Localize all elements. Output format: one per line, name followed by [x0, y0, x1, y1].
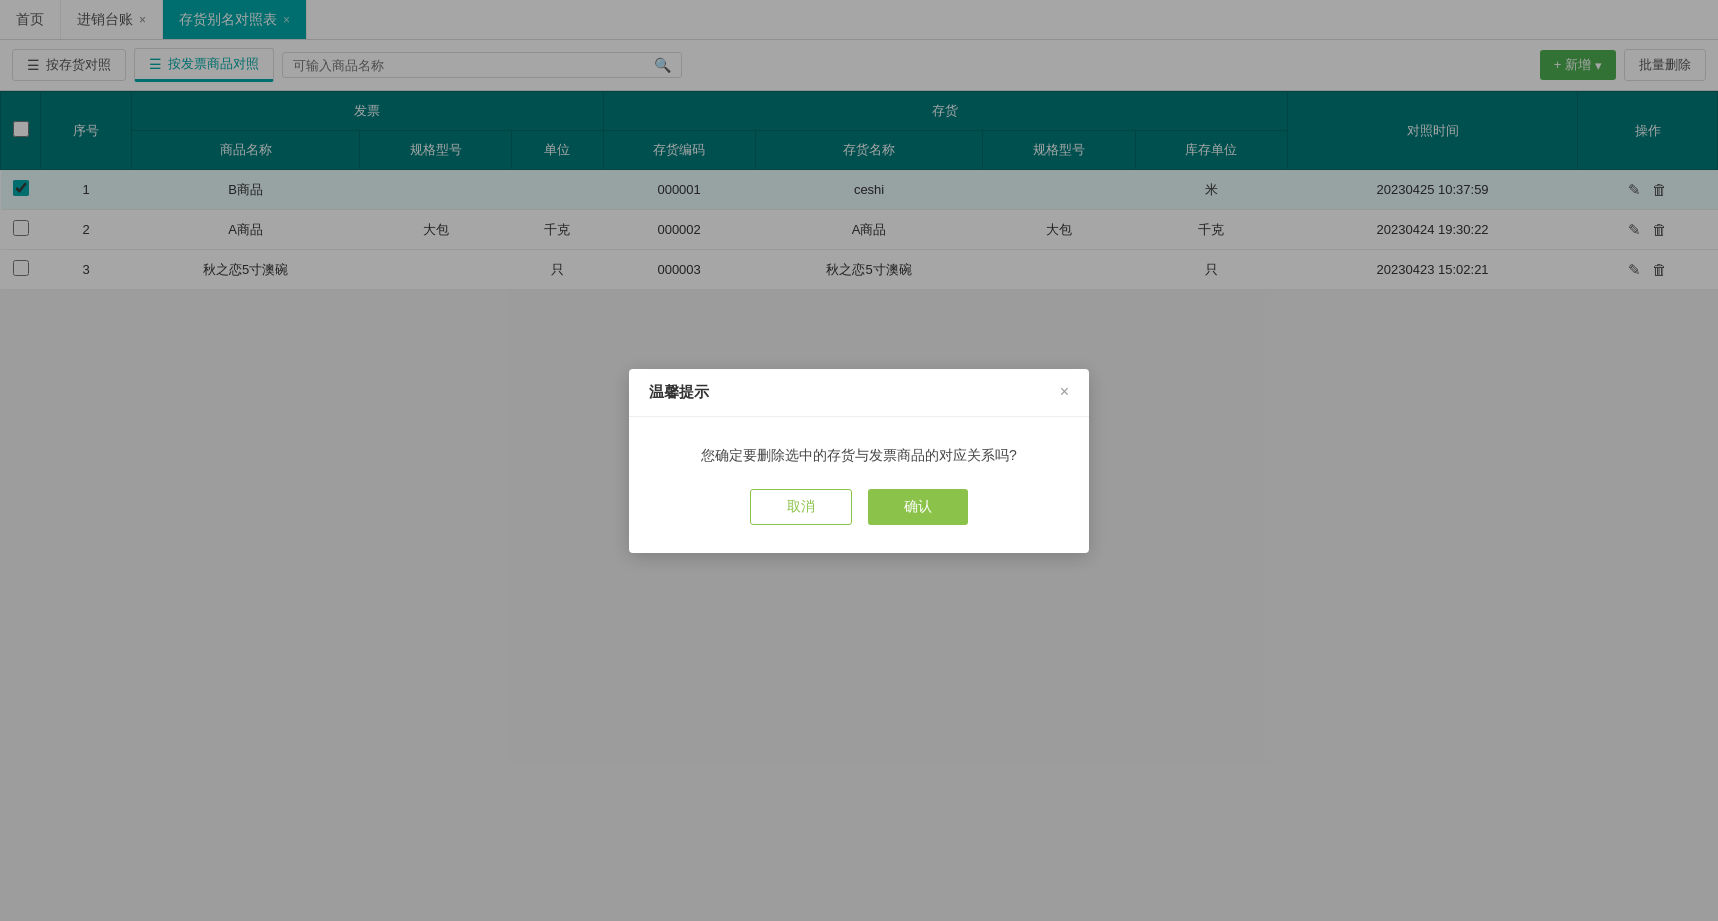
modal-overlay: 温馨提示 × 您确定要删除选中的存货与发票商品的对应关系吗? 取消 确认	[0, 0, 1718, 290]
